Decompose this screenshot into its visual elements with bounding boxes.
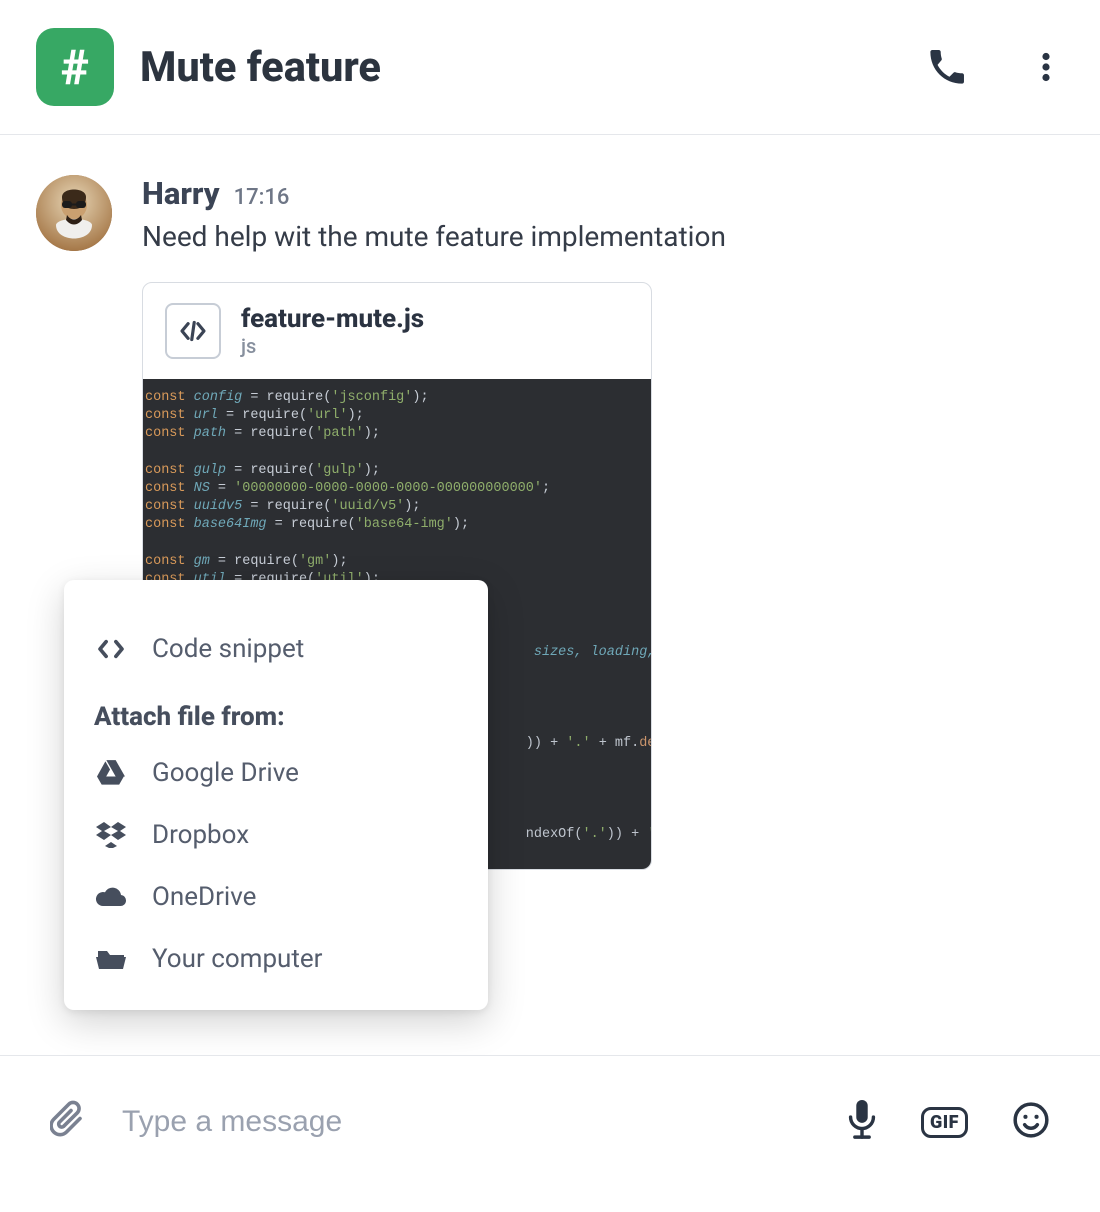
- menu-your-computer[interactable]: Your computer: [64, 928, 488, 990]
- menu-section-label: Attach file from:: [64, 680, 488, 742]
- avatar[interactable]: [36, 175, 112, 251]
- channel-symbol: #: [61, 39, 89, 96]
- channel-header: # Mute feature: [0, 0, 1100, 135]
- header-actions: [926, 46, 1064, 88]
- google-drive-icon: [94, 760, 128, 786]
- menu-code-snippet[interactable]: Code snippet: [64, 618, 488, 680]
- menu-onedrive[interactable]: OneDrive: [64, 866, 488, 928]
- call-button[interactable]: [926, 46, 968, 88]
- message-text: Need help wit the mute feature implement…: [142, 218, 1064, 256]
- gif-button[interactable]: GIF: [921, 1107, 968, 1138]
- folder-icon: [94, 947, 128, 971]
- phone-icon: [926, 46, 968, 88]
- menu-google-drive-label: Google Drive: [152, 758, 299, 788]
- voice-button[interactable]: [847, 1100, 877, 1144]
- code-file-icon: [165, 303, 221, 359]
- attachment-language: js: [241, 334, 424, 358]
- message-author[interactable]: Harry: [142, 175, 220, 212]
- onedrive-icon: [94, 886, 128, 908]
- attach-button[interactable]: [50, 1100, 86, 1144]
- dropbox-icon: [94, 822, 128, 848]
- menu-dropbox[interactable]: Dropbox: [64, 804, 488, 866]
- menu-onedrive-label: OneDrive: [152, 882, 256, 912]
- emoji-button[interactable]: [1012, 1101, 1050, 1143]
- paperclip-icon: [50, 1100, 86, 1140]
- gif-label: GIF: [930, 1112, 959, 1133]
- smile-icon: [1012, 1101, 1050, 1139]
- menu-dropbox-label: Dropbox: [152, 820, 249, 850]
- kebab-icon: [1028, 46, 1064, 88]
- message-input[interactable]: [122, 1105, 811, 1139]
- menu-your-computer-label: Your computer: [152, 944, 323, 974]
- menu-code-snippet-label: Code snippet: [152, 634, 304, 664]
- attach-menu-popup: Code snippet Attach file from: Google Dr…: [64, 580, 488, 1010]
- more-options-button[interactable]: [1028, 46, 1064, 88]
- channel-title: Mute feature: [140, 43, 900, 92]
- attachment-filename: feature-mute.js: [241, 304, 424, 334]
- microphone-icon: [847, 1100, 877, 1140]
- code-snippet-icon: [94, 638, 128, 660]
- channel-hash-icon: #: [36, 28, 114, 106]
- composer-bar: GIF: [0, 1055, 1100, 1144]
- menu-google-drive[interactable]: Google Drive: [64, 742, 488, 804]
- message-timestamp: 17:16: [234, 185, 290, 210]
